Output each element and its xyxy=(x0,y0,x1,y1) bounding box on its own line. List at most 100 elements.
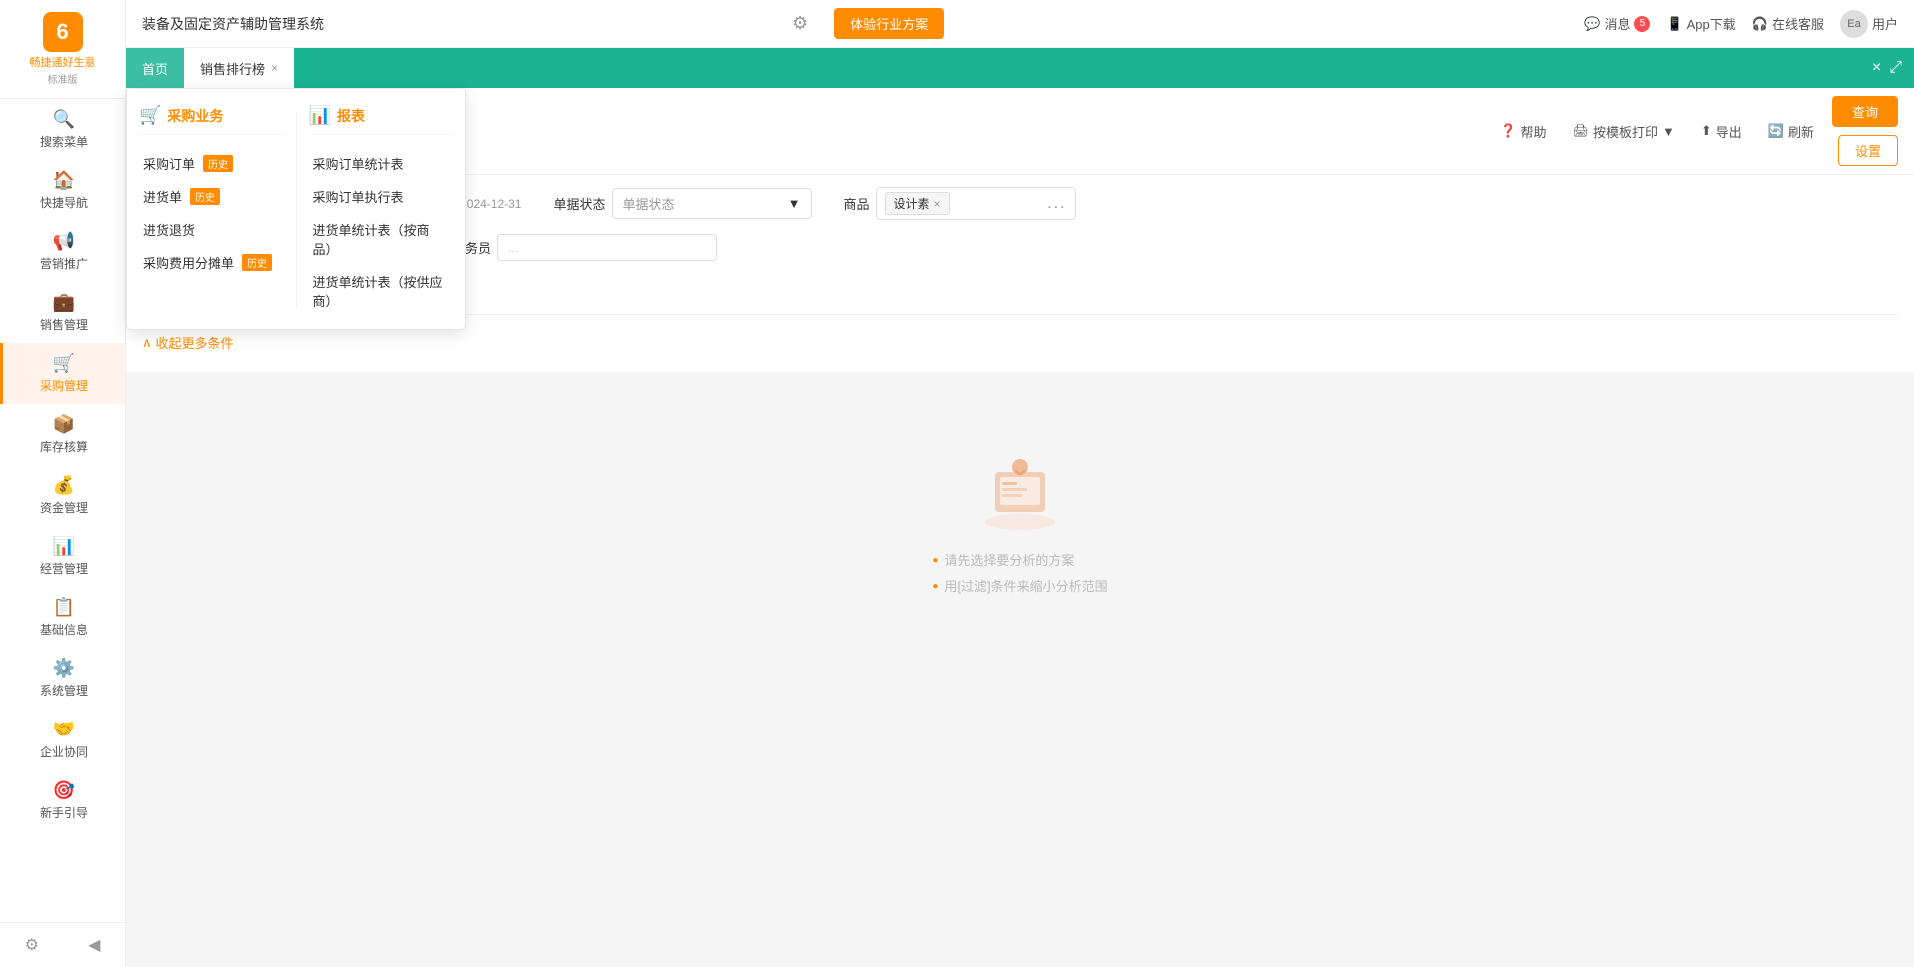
message-icon: 💬 xyxy=(1584,16,1600,32)
report-item-进货单统计表（按供应商）[interactable]: 进货单统计表（按供应商） xyxy=(309,265,454,317)
tab-sales-ranking[interactable]: 销售排行榜 × xyxy=(184,48,294,88)
logo-text: 畅捷通好生意 xyxy=(30,56,96,71)
report-col-icon: 📊 xyxy=(309,105,331,126)
sidebar-item-marketing[interactable]: 📢营销推广 xyxy=(0,221,125,282)
sidebar-label-enterprise: 企业协同 xyxy=(40,743,88,760)
sidebar-item-operation[interactable]: 📊 经营管理 xyxy=(0,526,125,587)
purchase-item-label: 进货退货 xyxy=(143,220,195,239)
remove-goods-tag-icon[interactable]: × xyxy=(934,197,941,211)
message-btn[interactable]: 💬 消息 5 xyxy=(1584,14,1650,33)
sidebar-label-basic: 基础信息 xyxy=(40,621,88,638)
sidebar-item-sales[interactable]: 💼销售管理 xyxy=(0,282,125,343)
sidebar-label-operation: 经营管理 xyxy=(40,560,88,577)
empty-text: ● 请先选择要分析的方案 ● 用[过滤]条件来缩小分析范围 xyxy=(932,548,1107,600)
history-tag: 历史 xyxy=(203,155,233,172)
hint2: ● 用[过滤]条件来缩小分析范围 xyxy=(932,574,1107,600)
user-btn[interactable]: Ea 用户 xyxy=(1840,10,1898,38)
refresh-btn[interactable]: 🔄 刷新 xyxy=(1760,118,1822,145)
settings-icon[interactable]: ⚙ xyxy=(25,935,39,955)
goods-dots[interactable]: ... xyxy=(1047,195,1066,213)
industry-btn[interactable]: 体验行业方案 xyxy=(834,8,944,39)
report-item-采购订单执行表[interactable]: 采购订单执行表 xyxy=(309,180,454,213)
filter-salesperson: 业务员 ... xyxy=(452,234,717,261)
salesperson-select[interactable]: ... xyxy=(497,234,717,261)
goods-label: 商品 xyxy=(844,194,870,213)
purchase-item-label: 采购费用分摊单 xyxy=(143,253,234,272)
sidebar-item-quick[interactable]: 🏠 快捷导航 xyxy=(0,160,125,221)
tab-home[interactable]: 首页 xyxy=(126,48,184,88)
quick-icon: 🏠 xyxy=(53,170,75,191)
message-badge: 5 xyxy=(1634,16,1650,32)
print-btn[interactable]: 🖨 按模板打印 ▼ xyxy=(1564,118,1682,145)
expand-window-icon[interactable]: ⤢ xyxy=(1889,59,1902,77)
sidebar-label-sales: 销售管理 xyxy=(40,316,88,333)
logo-icon: 6 xyxy=(43,12,83,52)
export-btn[interactable]: ⬆ 导出 xyxy=(1693,118,1750,145)
filter-goods: 商品 设计素 × ... xyxy=(844,187,1076,220)
home-tab-label: 首页 xyxy=(142,59,168,78)
system-settings-icon[interactable]: ⚙ xyxy=(792,13,808,34)
history-tag: 历史 xyxy=(242,254,272,271)
avatar: Ea xyxy=(1840,10,1868,38)
sidebar-item-enterprise[interactable]: 🤝企业协同 xyxy=(0,709,125,770)
report-item-label: 进货单统计表（按供应商） xyxy=(313,272,450,310)
collapse-icon: ∧ xyxy=(142,335,152,351)
close-tab-icon[interactable]: × xyxy=(271,61,278,75)
purchase-item-采购费用分摊单[interactable]: 采购费用分摊单历史 xyxy=(139,246,284,279)
system-icon: ⚙️ xyxy=(53,658,75,679)
purchase-item-采购订单[interactable]: 采购订单历史 xyxy=(139,147,284,180)
purchase-dropdown-menu: 🛒 采购业务 采购订单历史进货单历史进货退货采购费用分摊单历史 📊 报表 采购订… xyxy=(126,88,466,330)
header-right: 💬 消息 5 📱 App下载 🎧 在线客服 Ea 用户 xyxy=(1584,10,1898,38)
export-icon: ⬆ xyxy=(1701,123,1712,139)
sidebar-footer: ⚙ ◀ xyxy=(0,922,125,967)
sidebar-label-purchase: 采购管理 xyxy=(40,377,88,394)
sidebar-item-search[interactable]: 🔍搜索菜单 xyxy=(0,99,125,160)
collapse-sidebar-icon[interactable]: ◀ xyxy=(88,935,100,955)
print-arrow-icon: ▼ xyxy=(1662,124,1675,139)
sidebar-label-inventory: 库存核算 xyxy=(40,438,88,455)
report-item-进货单统计表（按商品）[interactable]: 进货单统计表（按商品） xyxy=(309,213,454,265)
purchase-item-进货单[interactable]: 进货单历史 xyxy=(139,180,284,213)
hint1: ● 请先选择要分析的方案 xyxy=(932,548,1107,574)
purchase-item-进货退货[interactable]: 进货退货 xyxy=(139,213,284,246)
newbie-icon: 🎯 xyxy=(53,780,75,801)
report-item-label: 采购订单执行表 xyxy=(313,187,404,206)
app-download-btn[interactable]: 📱 App下载 xyxy=(1666,14,1735,33)
purchase-col-title: 🛒 采购业务 xyxy=(139,105,284,135)
tab-actions: × ⤢ xyxy=(1872,59,1914,77)
report-col-title: 📊 报表 xyxy=(309,105,454,135)
tab-bar: 首页 销售排行榜 × × ⤢ xyxy=(126,48,1914,88)
sidebar-item-basic[interactable]: 📋基础信息 xyxy=(0,587,125,648)
report-item-采购订单统计表[interactable]: 采购订单统计表 xyxy=(309,147,454,180)
query-btn[interactable]: 查询 xyxy=(1832,96,1898,127)
collapse-btn[interactable]: ∧ 收起更多条件 xyxy=(142,325,1898,360)
search-icon: 🔍 xyxy=(53,109,75,130)
goods-select[interactable]: 设计素 × ... xyxy=(876,187,1076,220)
help-btn[interactable]: ❓ 帮助 xyxy=(1492,118,1554,145)
refresh-icon: 🔄 xyxy=(1768,123,1784,139)
sidebar-item-finance[interactable]: 💰资金管理 xyxy=(0,465,125,526)
sidebar-item-inventory[interactable]: 📦库存核算 xyxy=(0,404,125,465)
sidebar-label-newbie: 新手引导 xyxy=(40,804,88,821)
sidebar-label-quick: 快捷导航 xyxy=(40,194,88,211)
finance-icon: 💰 xyxy=(53,475,75,496)
sidebar-item-newbie[interactable]: 🎯 新手引导 xyxy=(0,770,125,831)
sidebar-label-marketing: 营销推广 xyxy=(40,255,88,272)
settings-btn[interactable]: 设置 xyxy=(1838,135,1898,166)
salesperson-dots[interactable]: ... xyxy=(508,240,519,255)
print-icon: 🖨 xyxy=(1572,123,1589,139)
sidebar-item-purchase[interactable]: 🛒采购管理 xyxy=(0,343,125,404)
goods-tag: 设计素 × xyxy=(885,192,950,215)
sidebar-logo: 6 畅捷通好生意 标准版 xyxy=(0,0,125,99)
online-service-btn[interactable]: 🎧 在线客服 xyxy=(1752,14,1824,33)
empty-icon xyxy=(970,452,1070,532)
purchase-col-icon: 🛒 xyxy=(139,105,161,126)
close-window-icon[interactable]: × xyxy=(1872,59,1881,77)
document-status-select[interactable]: 单据状态 ▼ xyxy=(612,188,812,219)
help-icon: ❓ xyxy=(1500,123,1516,139)
document-status-label: 单据状态 xyxy=(553,194,605,213)
report-col: 📊 报表 采购订单统计表采购订单执行表进货单统计表（按商品） 进货单统计表（按供应… xyxy=(297,105,466,317)
operation-icon: 📊 xyxy=(53,536,75,557)
document-status-value: 单据状态 xyxy=(623,194,675,213)
sidebar-item-system[interactable]: ⚙️系统管理 xyxy=(0,648,125,709)
